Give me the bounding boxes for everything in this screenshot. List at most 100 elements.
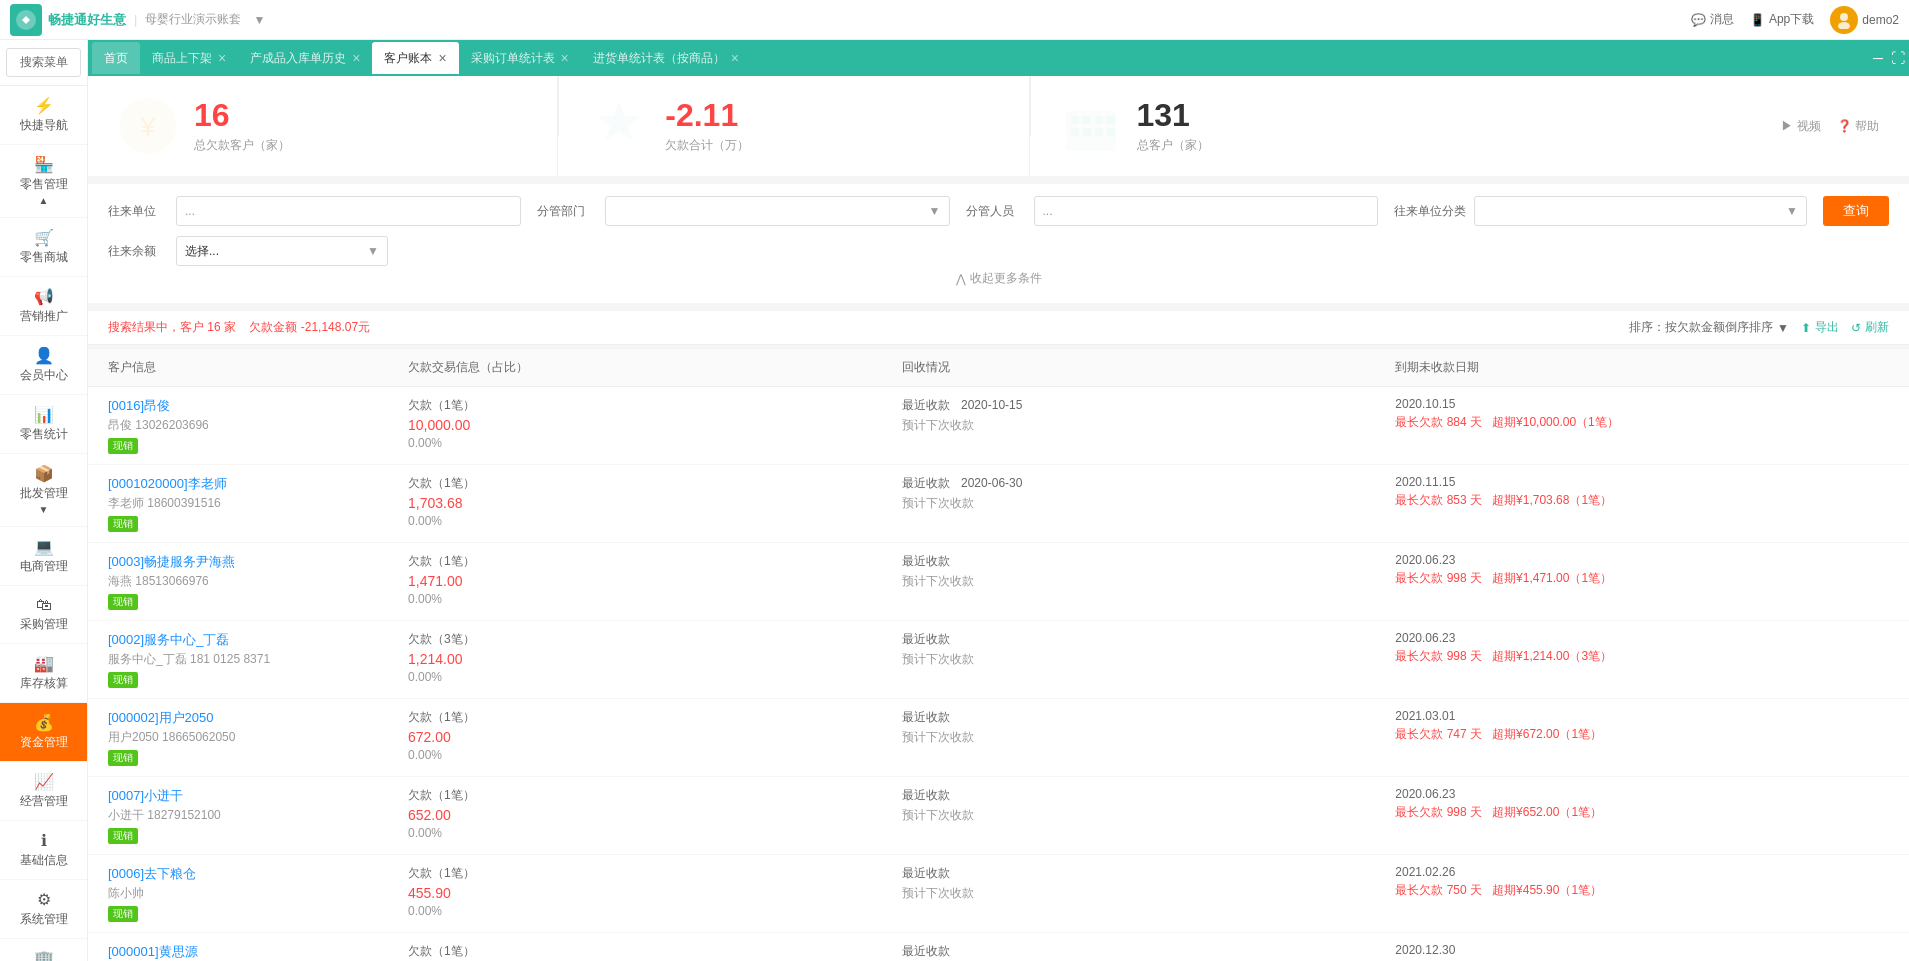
filter-select-laiwai-cat[interactable]: ▼ — [1474, 196, 1807, 226]
customer-info-0016: [0016]昂俊 昂俊 13026203696 现销 — [108, 397, 408, 454]
customer-info-0007: [0007]小迸干 小迸干 18279152100 现销 — [108, 787, 408, 844]
sidebar-item-qiye[interactable]: 🏢 企业协同 — [0, 939, 87, 961]
stat-label-debt: 欠款合计（万） — [665, 137, 749, 154]
sidebar-item-lingshou[interactable]: 🏪 零售管理 ▲ — [0, 145, 87, 218]
stat-label-total: 总客户（家） — [1137, 137, 1209, 154]
tab-close-products-off[interactable]: × — [218, 50, 226, 66]
chevron-down-fengbu: ▼ — [929, 204, 941, 218]
overdue-link-6[interactable]: 超期¥455.90（1笔） — [1492, 883, 1602, 897]
customer-info-000002: [000002]用户2050 用户2050 18665062050 现销 — [108, 709, 408, 766]
table-row: [000001]黄思源 黄思源 13552700226 现销 欠款（1笔） 42… — [88, 933, 1909, 961]
sidebar-item-lingtj[interactable]: 📊 零售统计 — [0, 395, 87, 454]
sidebar-item-caigou[interactable]: 🛍 采购管理 — [0, 586, 87, 644]
tab-close-production-history[interactable]: × — [352, 50, 360, 66]
filter-input-fenren[interactable]: ... — [1034, 196, 1379, 226]
stat-info-debt: -2.11 欠款合计（万） — [665, 99, 749, 154]
customer-name-000001[interactable]: [000001]黄思源 — [108, 943, 408, 961]
shop-icon: 🛒 — [6, 228, 81, 247]
filter-label-laiwai-cat: 往来单位分类 — [1394, 203, 1466, 220]
sidebar-item-kucun[interactable]: 🏭 库存核算 — [0, 644, 87, 703]
sidebar-item-lingshop[interactable]: 🛒 零售商城 — [0, 218, 87, 277]
overdue-info-00010200001: 2020.11.15 最长欠款 853 天 超期¥1,703.68（1笔） — [1395, 475, 1889, 509]
sidebar-item-yingxiao[interactable]: 📢 营销推广 — [0, 277, 87, 336]
minimize-icon[interactable]: ─ — [1873, 50, 1883, 66]
sidebar-item-zijin[interactable]: 💰 资金管理 — [0, 703, 87, 762]
tab-home[interactable]: 首页 — [92, 42, 140, 74]
info-icon: ℹ — [6, 831, 81, 850]
customer-name-0003[interactable]: [0003]畅捷服务尹海燕 — [108, 553, 408, 571]
message-button[interactable]: 💬 消息 — [1691, 11, 1734, 28]
col-header-customer: 客户信息 — [108, 359, 408, 376]
sidebar-item-kuaijie[interactable]: ⚡ 快捷导航 — [0, 86, 87, 145]
overdue-link-0016[interactable]: 超期¥10,000.00（1笔） — [1492, 415, 1619, 429]
debt-amount-00010200001: 1,703.68 — [408, 495, 902, 511]
tab-customer-account[interactable]: 客户账本 × — [372, 42, 458, 74]
sidebar-item-huiyuan[interactable]: 👤 会员中心 — [0, 336, 87, 395]
query-button[interactable]: 查询 — [1823, 196, 1889, 226]
tab-purchase-order[interactable]: 采购订单统计表 × — [459, 42, 581, 74]
search-menu-button[interactable]: 搜索菜单 — [6, 48, 81, 77]
stat-number-total: 131 — [1137, 99, 1209, 131]
sidebar-item-jichuxinxi[interactable]: ℹ 基础信息 — [0, 821, 87, 880]
overdue-link-1[interactable]: 超期¥1,703.68（1笔） — [1492, 493, 1612, 507]
debt-percent-00010200001: 0.00% — [408, 514, 902, 528]
sidebar-item-dianshang[interactable]: 💻 电商管理 — [0, 527, 87, 586]
filter-select-balance[interactable]: 选择... ▼ — [176, 236, 388, 266]
stat-number-debt: -2.11 — [665, 99, 749, 131]
tab-close-purchase-order[interactable]: × — [561, 50, 569, 66]
table-row: [0001020000]李老师 李老师 18600391516 现销 欠款（1笔… — [88, 465, 1909, 543]
overdue-link-3[interactable]: 超期¥1,214.00（3笔） — [1492, 649, 1612, 663]
sidebar-item-xitong[interactable]: ⚙ 系统管理 — [0, 880, 87, 939]
sort-selector[interactable]: 排序：按欠款金额倒序排序 ▼ — [1629, 319, 1789, 336]
filter-label-balance: 往来余额 — [108, 243, 168, 260]
debt-count-0016: 欠款（1笔） — [408, 397, 902, 414]
customer-name-000002[interactable]: [000002]用户2050 — [108, 709, 408, 727]
message-icon: 💬 — [1691, 13, 1706, 27]
customer-name-0016[interactable]: [0016]昂俊 — [108, 397, 408, 415]
stat-number-customers: 16 — [194, 99, 290, 131]
debt-info-00010200001: 欠款（1笔） 1,703.68 0.00% — [408, 475, 902, 528]
customer-name-0002[interactable]: [0002]服务中心_丁磊 — [108, 631, 408, 649]
overdue-link-5[interactable]: 超期¥652.00（1笔） — [1492, 805, 1602, 819]
sidebar-item-jingying[interactable]: 📈 经营管理 — [0, 762, 87, 821]
customer-contact-0003: 海燕 18513066976 — [108, 573, 408, 590]
stat-card-customers: ¥ 16 总欠款客户（家） — [88, 76, 558, 176]
table-row: [000002]用户2050 用户2050 18665062050 现销 欠款（… — [88, 699, 1909, 777]
stat-card-right-actions: ▶ 视频 ❓ 帮助 — [1781, 118, 1879, 135]
customer-name-00010200001[interactable]: [0001020000]李老师 — [108, 475, 408, 493]
svg-rect-10 — [1071, 128, 1079, 136]
debt-amount-0016: 10,000.00 — [408, 417, 902, 433]
tab-production-history[interactable]: 产成品入库单历史 × — [238, 42, 372, 74]
tab-close-customer-account[interactable]: × — [438, 50, 446, 66]
sidebar-item-pifagl[interactable]: 📦 批发管理 ▼ — [0, 454, 87, 527]
user-profile[interactable]: demo2 — [1830, 6, 1899, 34]
collapse-button[interactable]: ⋀ 收起更多条件 — [108, 266, 1889, 291]
overdue-detail-0016: 最长欠款 884 天 超期¥10,000.00（1笔） — [1395, 414, 1889, 431]
member-icon: 👤 — [6, 346, 81, 365]
filter-select-fengbu[interactable]: ▼ — [605, 196, 950, 226]
customer-name-0007[interactable]: [0007]小迸干 — [108, 787, 408, 805]
tab-close-stock-stats[interactable]: × — [731, 50, 739, 66]
customer-contact-00010200001: 李老师 18600391516 — [108, 495, 408, 512]
filter-input-laiwai-unit[interactable]: ... — [176, 196, 521, 226]
app-download-button[interactable]: 📱 App下载 — [1750, 11, 1814, 28]
overdue-link-2[interactable]: 超期¥1,471.00（1笔） — [1492, 571, 1612, 585]
video-button[interactable]: ▶ 视频 — [1781, 118, 1820, 135]
filter-item-laiwai-cat: 往来单位分类 ▼ — [1394, 196, 1807, 226]
tab-stock-stats[interactable]: 进货单统计表（按商品） × — [581, 42, 751, 74]
sort-label: 排序：按欠款金额倒序排序 — [1629, 319, 1773, 336]
svg-rect-7 — [1083, 116, 1091, 124]
lightning-icon: ⚡ — [6, 96, 81, 115]
help-button[interactable]: ❓ 帮助 — [1837, 118, 1879, 135]
table-header: 客户信息 欠款交易信息（占比） 回收情况 到期未收款日期 — [88, 349, 1909, 387]
overdue-link-4[interactable]: 超期¥672.00（1笔） — [1492, 727, 1602, 741]
customer-name-0006[interactable]: [0006]去下粮仓 — [108, 865, 408, 883]
maximize-icon[interactable]: ⛶ — [1891, 50, 1905, 66]
tab-products-off[interactable]: 商品上下架 × — [140, 42, 238, 74]
customer-tag-00010200001: 现销 — [108, 516, 138, 532]
chevron-down-laiwai-cat: ▼ — [1786, 204, 1798, 218]
result-info: 搜索结果中，客户 16 家 欠款金额 -21,148.07元 — [108, 319, 370, 336]
refresh-button[interactable]: ↺ 刷新 — [1851, 319, 1889, 336]
export-button[interactable]: ⬆ 导出 — [1801, 319, 1839, 336]
customer-tag-0003: 现销 — [108, 594, 138, 610]
